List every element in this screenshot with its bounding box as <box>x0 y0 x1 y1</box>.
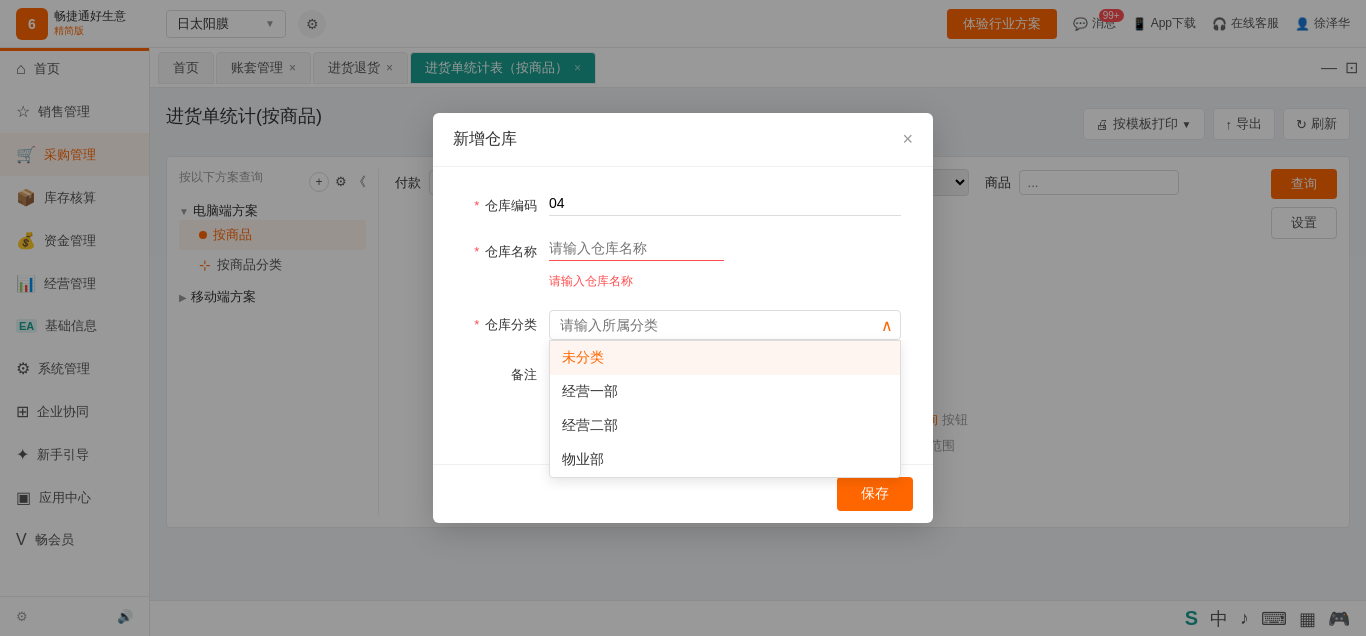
modal-title: 新增仓库 <box>453 129 517 150</box>
new-warehouse-modal: 新增仓库 × * 仓库编码 * 仓库名称 <box>433 113 933 523</box>
warehouse-name-row: * 仓库名称 请输入仓库名称 <box>465 236 901 290</box>
category-dropdown: 未分类 经营一部 经营二部 物业部 <box>549 340 901 478</box>
warehouse-code-input[interactable] <box>549 191 901 216</box>
category-input[interactable] <box>549 310 901 340</box>
save-button[interactable]: 保存 <box>837 477 913 511</box>
dropdown-item-dept3[interactable]: 物业部 <box>550 443 900 477</box>
warehouse-name-input[interactable] <box>549 236 724 261</box>
note-label: 备注 <box>465 360 537 384</box>
modal-close-button[interactable]: × <box>902 129 913 150</box>
modal-header: 新增仓库 × <box>433 113 933 167</box>
modal-body: * 仓库编码 * 仓库名称 请输入仓库名称 <box>433 167 933 464</box>
name-error-msg: 请输入仓库名称 <box>549 274 633 288</box>
dropdown-item-dept1[interactable]: 经营一部 <box>550 375 900 409</box>
name-label: * 仓库名称 <box>465 237 537 261</box>
warehouse-category-row: * 仓库分类 ∧ 未分类 经营一部 经营二部 物业部 <box>465 310 901 340</box>
code-label: * 仓库编码 <box>465 191 537 215</box>
dropdown-item-uncategorized[interactable]: 未分类 <box>550 341 900 375</box>
category-label: * 仓库分类 <box>465 310 537 334</box>
warehouse-code-row: * 仓库编码 <box>465 191 901 216</box>
dropdown-item-dept2[interactable]: 经营二部 <box>550 409 900 443</box>
category-select-wrapper: ∧ 未分类 经营一部 经营二部 物业部 <box>549 310 901 340</box>
modal-overlay[interactable]: 新增仓库 × * 仓库编码 * 仓库名称 <box>0 0 1366 636</box>
